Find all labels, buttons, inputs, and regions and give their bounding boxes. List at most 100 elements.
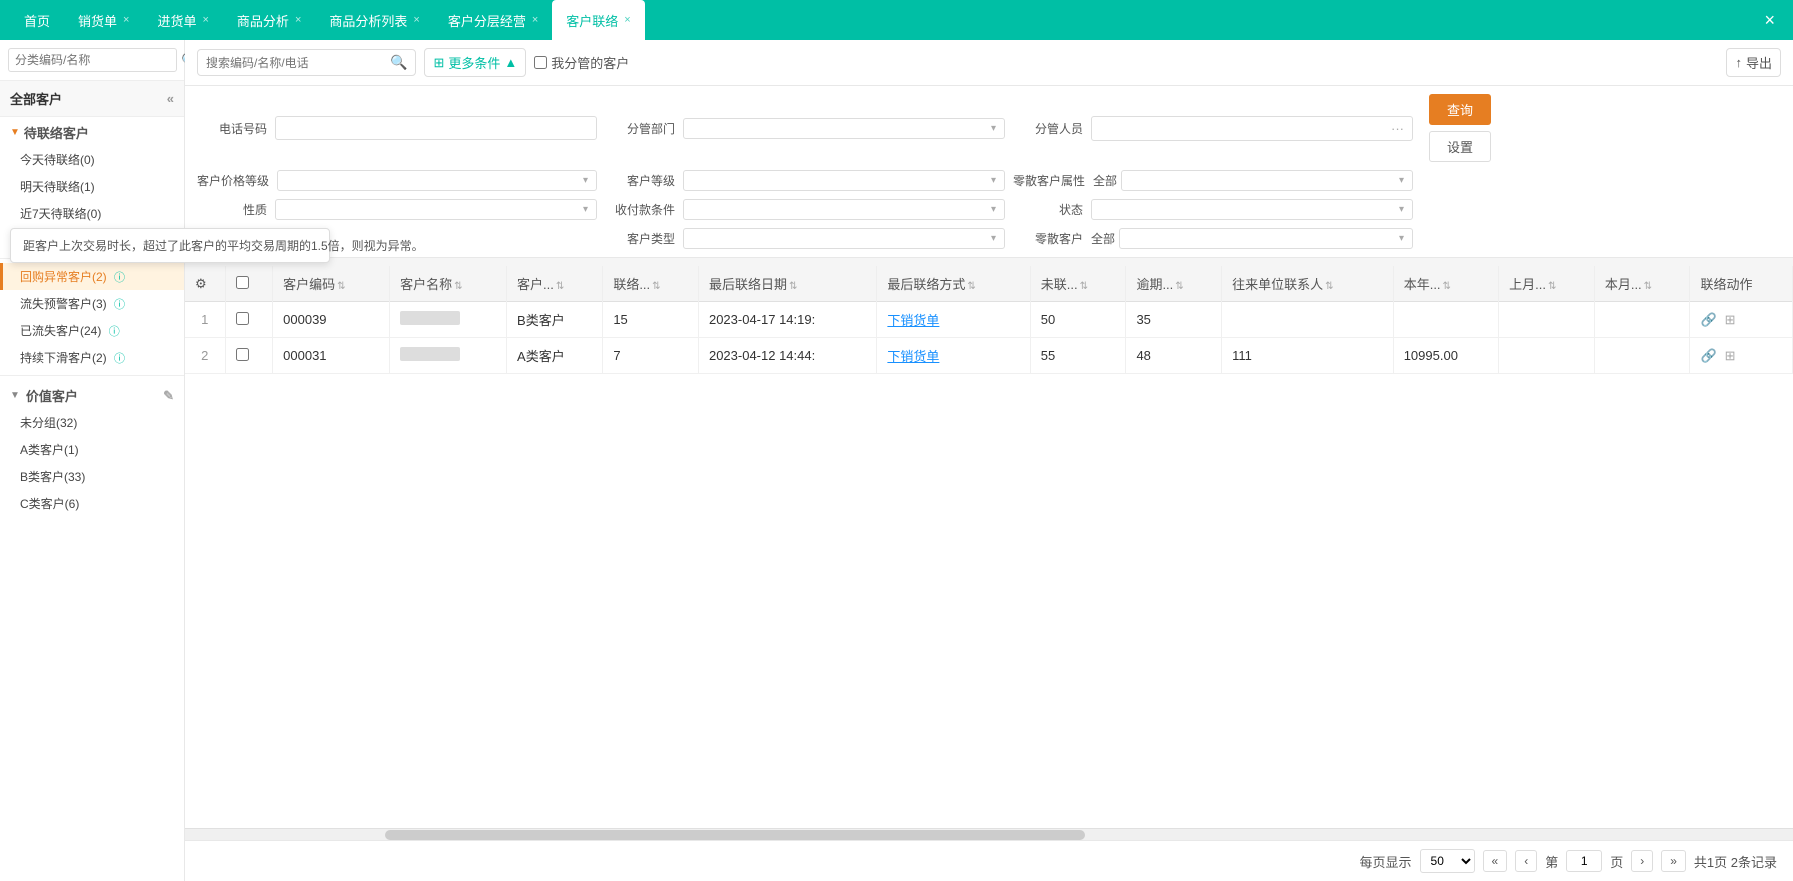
nav-item-sales[interactable]: 销货单 × bbox=[64, 0, 143, 40]
data-table-wrap: ⚙ 客户编码⇅ 客户名称⇅ 客户...⇅ bbox=[185, 266, 1793, 828]
col-last-contact-date[interactable]: 最后联络日期⇅ bbox=[698, 266, 876, 302]
col-settings[interactable]: ⚙ bbox=[185, 266, 225, 302]
sidebar-item-today[interactable]: 今天待联络(0) bbox=[0, 146, 184, 173]
pending-contact-arrow-icon: ▼ bbox=[10, 127, 20, 138]
row-1-checkbox[interactable] bbox=[225, 302, 273, 338]
row-2-checkbox[interactable] bbox=[225, 338, 273, 374]
close-goods-analysis-tab-icon[interactable]: × bbox=[295, 14, 301, 26]
sidebar-collapse-icon[interactable]: « bbox=[167, 91, 174, 106]
first-page-button[interactable]: « bbox=[1483, 850, 1508, 872]
retail-customer-chevron-icon: ▾ bbox=[1399, 233, 1404, 244]
search-icon[interactable]: 🔍 bbox=[390, 54, 407, 71]
more-conditions-btn[interactable]: ⊞ 更多条件 ▲ bbox=[424, 48, 526, 77]
sort-last-month-icon: ⇅ bbox=[1548, 281, 1556, 292]
col-overdue[interactable]: 逾期...⇅ bbox=[1126, 266, 1222, 302]
phone-input[interactable] bbox=[275, 116, 597, 140]
my-customer-checkbox-wrap[interactable]: 我分管的客户 bbox=[534, 53, 629, 72]
person-dots[interactable]: ··· bbox=[1391, 121, 1404, 136]
price-level-select[interactable]: ▾ bbox=[277, 170, 597, 191]
select-all-checkbox[interactable] bbox=[236, 276, 249, 289]
person-input[interactable]: ··· bbox=[1091, 116, 1413, 141]
row-2-last-contact-date: 2023-04-12 14:44: bbox=[698, 338, 876, 374]
row-1-method-link[interactable]: 下销货单 bbox=[887, 313, 939, 328]
customer-type-select[interactable]: ▾ bbox=[683, 228, 1005, 249]
row-1-link-icon[interactable]: 🔗 bbox=[1700, 312, 1716, 328]
retail-customer-prefix: 全部 bbox=[1091, 230, 1115, 247]
row-2-unit-contact: 111 bbox=[1222, 338, 1394, 374]
col-name[interactable]: 客户名称⇅ bbox=[390, 266, 507, 302]
window-close-button[interactable]: × bbox=[1756, 10, 1783, 31]
row-1-unit-contact bbox=[1222, 302, 1394, 338]
page-number-input[interactable] bbox=[1566, 850, 1602, 872]
sidebar: 🔍 全部客户 « ▼ 待联络客户 今天待联络(0) 明天待联络(1) 近7天待联… bbox=[0, 40, 185, 881]
close-purchase-tab-icon[interactable]: × bbox=[202, 14, 208, 26]
col-checkbox[interactable] bbox=[225, 266, 273, 302]
sidebar-item-c-type[interactable]: C类客户(6) bbox=[0, 490, 184, 517]
close-sales-tab-icon[interactable]: × bbox=[123, 14, 129, 26]
dept-select[interactable]: ▾ bbox=[683, 118, 1005, 139]
row-2-last-contact-method[interactable]: 下销货单 bbox=[877, 338, 1030, 374]
col-contact-count[interactable]: 联络...⇅ bbox=[603, 266, 699, 302]
pending-contact-group[interactable]: ▼ 待联络客户 bbox=[0, 117, 184, 146]
col-this-month[interactable]: 本月...⇅ bbox=[1594, 266, 1690, 302]
settings-button[interactable]: 设置 bbox=[1429, 131, 1491, 162]
settings-col-icon[interactable]: ⚙ bbox=[195, 276, 207, 291]
filter-customer-type: 客户类型 ▾ bbox=[605, 228, 1005, 249]
nav-item-customer-contact[interactable]: 客户联络 × bbox=[552, 0, 644, 40]
sidebar-item-tomorrow[interactable]: 明天待联络(1) bbox=[0, 173, 184, 200]
all-customers-header[interactable]: 全部客户 « bbox=[0, 81, 184, 117]
nav-item-goods-analysis[interactable]: 商品分析 × bbox=[223, 0, 315, 40]
col-type[interactable]: 客户...⇅ bbox=[507, 266, 603, 302]
close-goods-list-tab-icon[interactable]: × bbox=[413, 14, 419, 26]
nature-select[interactable]: ▾ bbox=[275, 199, 597, 220]
nav-item-goods-list[interactable]: 商品分析列表 × bbox=[315, 0, 433, 40]
col-action: 联络动作 bbox=[1690, 266, 1793, 302]
row-2-method-link[interactable]: 下销货单 bbox=[887, 349, 939, 364]
nav-item-purchase[interactable]: 进货单 × bbox=[143, 0, 222, 40]
close-customer-tier-tab-icon[interactable]: × bbox=[532, 14, 538, 26]
last-page-button[interactable]: » bbox=[1661, 850, 1686, 872]
sidebar-item-7days[interactable]: 近7天待联络(0) bbox=[0, 200, 184, 227]
sidebar-item-declining[interactable]: 持续下滑客户(2) ⓘ bbox=[0, 344, 184, 371]
col-unit-contact[interactable]: 往来单位联系人⇅ bbox=[1222, 266, 1394, 302]
col-last-month[interactable]: 上月...⇅ bbox=[1499, 266, 1595, 302]
query-button[interactable]: 查询 bbox=[1429, 94, 1491, 125]
sidebar-item-repurchase-anomaly[interactable]: 回购异常客户(2) ⓘ bbox=[0, 263, 184, 290]
value-customer-edit-icon[interactable]: ✎ bbox=[163, 388, 174, 404]
col-code[interactable]: 客户编码⇅ bbox=[273, 266, 390, 302]
sidebar-item-churn-warning[interactable]: 流失预警客户(3) ⓘ bbox=[0, 290, 184, 317]
col-no-contact[interactable]: 未联...⇅ bbox=[1030, 266, 1126, 302]
close-customer-contact-tab-icon[interactable]: × bbox=[624, 14, 630, 26]
retail-customer-select[interactable]: ▾ bbox=[1119, 228, 1413, 249]
nav-item-home[interactable]: 首页 bbox=[10, 0, 64, 40]
customer-level-select[interactable]: ▾ bbox=[683, 170, 1005, 191]
next-page-button[interactable]: › bbox=[1631, 850, 1653, 872]
sidebar-item-ungrouped[interactable]: 未分组(32) bbox=[0, 409, 184, 436]
row-2-this-month bbox=[1594, 338, 1690, 374]
prev-page-button[interactable]: ‹ bbox=[1515, 850, 1537, 872]
sidebar-item-churned[interactable]: 已流失客户(24) ⓘ bbox=[0, 317, 184, 344]
status-select[interactable]: ▾ bbox=[1091, 199, 1413, 220]
scrollbar-thumb[interactable] bbox=[385, 830, 1085, 840]
export-button[interactable]: ↑ 导出 bbox=[1726, 48, 1781, 77]
horizontal-scrollbar[interactable] bbox=[185, 828, 1793, 840]
col-last-contact-method[interactable]: 最后联络方式⇅ bbox=[877, 266, 1030, 302]
nav-item-customer-tier[interactable]: 客户分层经营 × bbox=[434, 0, 552, 40]
sidebar-search-input[interactable] bbox=[8, 48, 177, 72]
row-2-grid-icon[interactable]: ⊞ bbox=[1725, 348, 1736, 364]
row-1-grid-icon[interactable]: ⊞ bbox=[1725, 312, 1736, 328]
table-row: 1 000039 B类客户 15 2023-04-17 14:19: 下销货单 … bbox=[185, 302, 1793, 338]
my-customer-checkbox[interactable] bbox=[534, 56, 547, 69]
filter-retail-attr: 零散客户属性 全部 ▾ bbox=[1013, 170, 1413, 191]
row-2-link-icon[interactable]: 🔗 bbox=[1700, 348, 1716, 364]
search-input[interactable] bbox=[206, 56, 386, 70]
retail-attr-select[interactable]: ▾ bbox=[1121, 170, 1413, 191]
sidebar-item-a-type[interactable]: A类客户(1) bbox=[0, 436, 184, 463]
sidebar-item-b-type[interactable]: B类客户(33) bbox=[0, 463, 184, 490]
per-page-select[interactable]: 50 100 200 bbox=[1420, 849, 1475, 873]
col-this-year[interactable]: 本年...⇅ bbox=[1393, 266, 1498, 302]
value-customer-group[interactable]: ▼ 价值客户 ✎ bbox=[0, 380, 184, 409]
sort-date-icon: ⇅ bbox=[789, 281, 797, 292]
row-1-last-contact-method[interactable]: 下销货单 bbox=[877, 302, 1030, 338]
payment-select[interactable]: ▾ bbox=[683, 199, 1005, 220]
